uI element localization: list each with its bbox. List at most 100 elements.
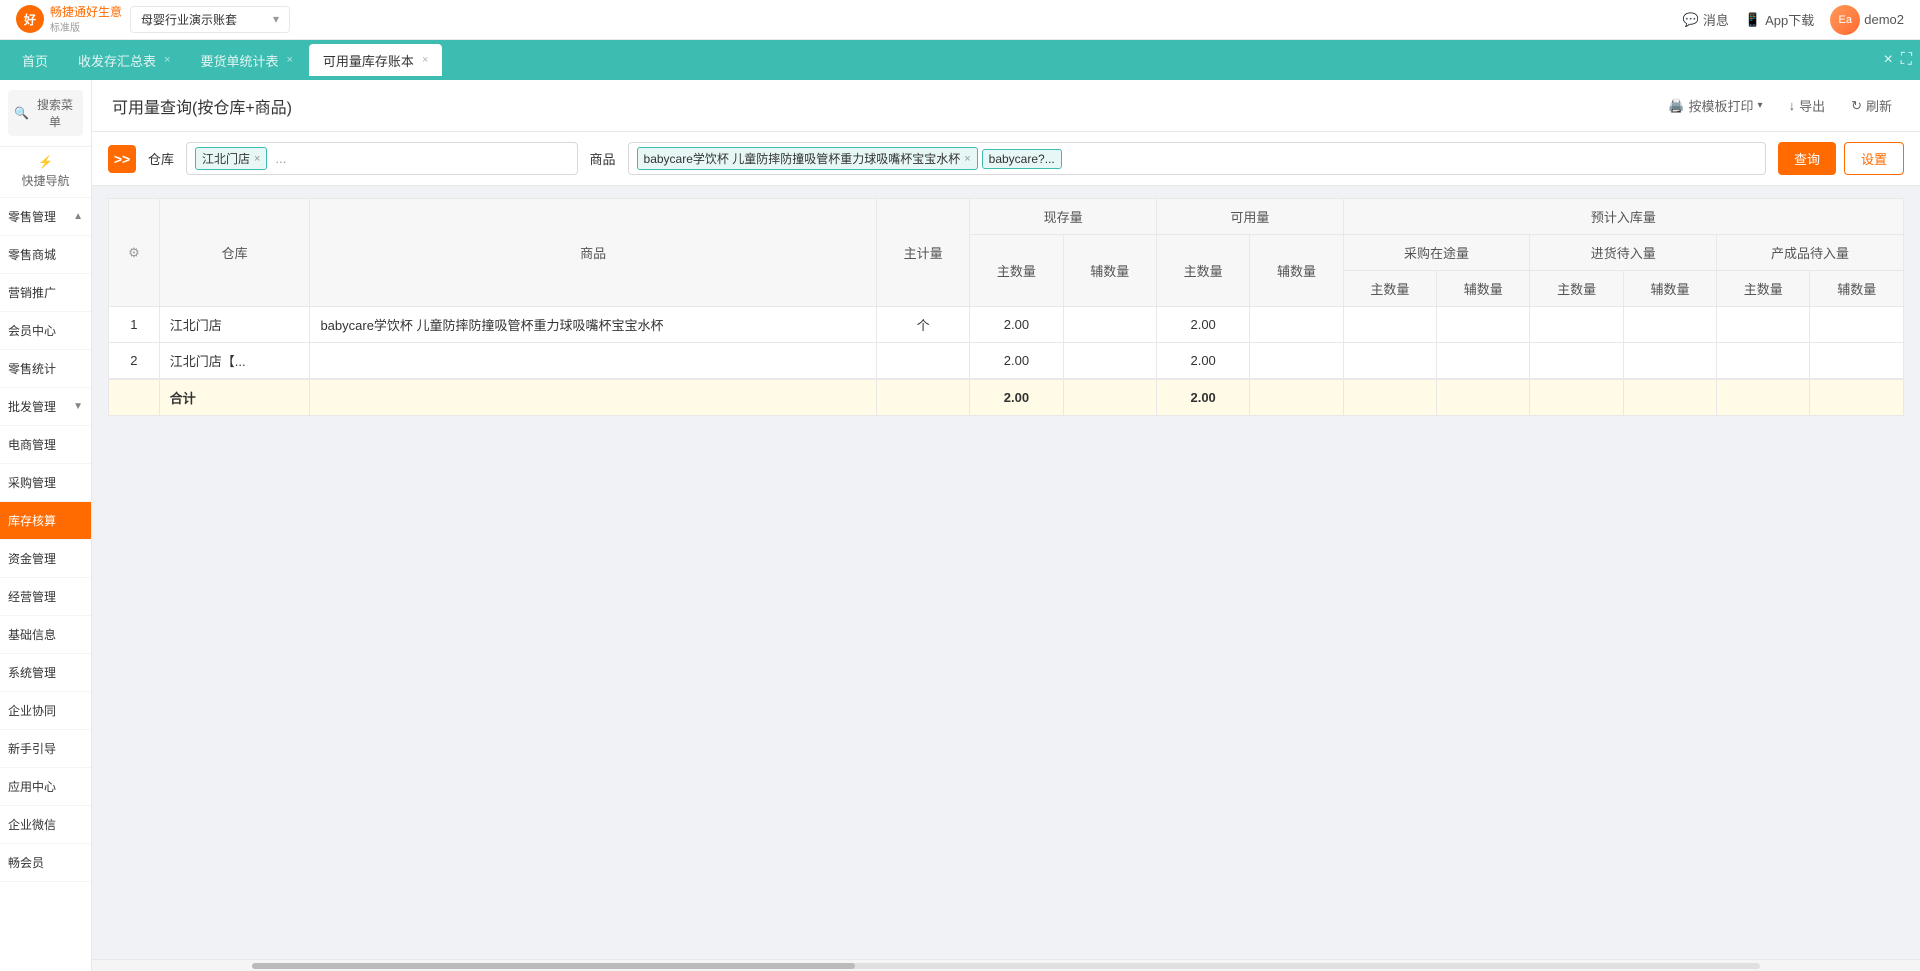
query-btn[interactable]: 查询	[1778, 142, 1836, 175]
sidebar-item-retail-stats[interactable]: 零售统计	[0, 350, 91, 388]
user-btn[interactable]: Ea demo2	[1830, 5, 1904, 35]
main-layout: 🔍 搜索菜单 ⚡ 快捷导航 零售管理 ▲ 零售商城 营销推广 会员中心 零售统计…	[0, 80, 1920, 971]
warehouse-tag-close[interactable]: ×	[254, 153, 260, 165]
retail-store-label: 零售商城	[8, 246, 56, 263]
sidebar-item-member[interactable]: 会员中心	[0, 312, 91, 350]
row1-purchase-main	[1343, 307, 1436, 343]
vip-member-label: 畅会员	[8, 854, 44, 871]
template-print-label: 按模板打印	[1689, 96, 1754, 115]
expand-btn[interactable]: ⛶	[1901, 51, 1912, 69]
sidebar-item-enterprise-wechat[interactable]: 企业微信	[0, 806, 91, 844]
sidebar-item-wholesale-mgmt[interactable]: 批发管理 ▼	[0, 388, 91, 426]
username: demo2	[1864, 12, 1904, 27]
table-footer-row: 合计 2.00 2.00	[109, 379, 1904, 416]
col-purchase-header: 采购在途量	[1343, 235, 1530, 271]
sidebar-item-finance[interactable]: 资金管理	[0, 540, 91, 578]
settings-btn[interactable]: 设置	[1844, 142, 1904, 175]
filter-expand-btn[interactable]: >>	[108, 145, 136, 173]
close-receipt-summary[interactable]: ×	[164, 54, 170, 66]
logo-text: 畅捷通好生意	[50, 5, 122, 19]
close-all-tabs-btn[interactable]: ×	[1883, 51, 1892, 69]
sidebar-item-marketing[interactable]: 营销推广	[0, 274, 91, 312]
retail-stats-label: 零售统计	[8, 360, 56, 377]
sidebar-search: 🔍 搜索菜单	[0, 80, 91, 147]
quick-nav-icon: ⚡	[38, 155, 53, 169]
table-row: 2 江北门店【... 2.00 2.00	[109, 343, 1904, 380]
row1-production-main	[1717, 307, 1810, 343]
sidebar-item-system[interactable]: 系统管理	[0, 654, 91, 692]
top-bar-left: 好 畅捷通好生意 标准版 母婴行业演示账套 ▾	[16, 5, 290, 34]
row1-current-aux	[1063, 307, 1156, 343]
row2-purchase-main	[1343, 343, 1436, 380]
row2-inbound-aux	[1623, 343, 1716, 380]
system-label: 系统管理	[8, 664, 56, 681]
store-name: 母婴行业演示账套	[141, 11, 237, 28]
row1-unit: 个	[876, 307, 969, 343]
row1-product: babycare学饮杯 儿童防摔防撞吸管杯重力球吸嘴杯宝宝水杯	[310, 307, 876, 343]
print-dropdown-arrow: ▾	[1758, 100, 1763, 111]
sidebar-item-basic-info[interactable]: 基础信息	[0, 616, 91, 654]
wholesale-arrow: ▼	[73, 401, 83, 412]
product-label: 商品	[590, 149, 616, 168]
row2-inbound-main	[1530, 343, 1623, 380]
product-tag-2: babycare?...	[982, 149, 1062, 169]
col-current-aux-qty: 辅数量	[1063, 235, 1156, 307]
row1-inbound-aux	[1623, 307, 1716, 343]
col-unit-header: 主计量	[876, 199, 969, 307]
sidebar-item-retail-store[interactable]: 零售商城	[0, 236, 91, 274]
sidebar-item-inventory[interactable]: 库存核算	[0, 502, 91, 540]
product-tag-1-text: babycare学饮杯 儿童防摔防撞吸管杯重力球吸嘴杯宝宝水杯	[644, 150, 961, 167]
refresh-btn[interactable]: ↻ 刷新	[1843, 92, 1900, 119]
avatar: Ea	[1830, 5, 1860, 35]
product-tag-1: babycare学饮杯 儿童防摔防撞吸管杯重力球吸嘴杯宝宝水杯 ×	[637, 147, 978, 170]
horizontal-scrollbar[interactable]	[252, 963, 1760, 969]
warehouse-input[interactable]: 江北门店 × ...	[186, 142, 577, 175]
sidebar-item-retail-mgmt[interactable]: 零售管理 ▲	[0, 198, 91, 236]
table-row: 1 江北门店 babycare学饮杯 儿童防摔防撞吸管杯重力球吸嘴杯宝宝水杯 个…	[109, 307, 1904, 343]
row2-current-main: 2.00	[970, 343, 1063, 380]
col-inbound-header: 进货待入量	[1530, 235, 1717, 271]
warehouse-more-btn[interactable]: ...	[271, 151, 290, 166]
sidebar-item-vip-member[interactable]: 畅会员	[0, 844, 91, 882]
tab-order-stats[interactable]: 要货单统计表 ×	[186, 44, 306, 76]
sidebar-item-enterprise[interactable]: 企业协同	[0, 692, 91, 730]
search-menu-btn[interactable]: 🔍 搜索菜单	[8, 90, 83, 136]
app-download-label: App下载	[1765, 10, 1814, 29]
tab-home[interactable]: 首页	[8, 44, 62, 76]
template-print-btn[interactable]: 🖨️ 按模板打印 ▾	[1660, 92, 1770, 119]
table-settings-icon[interactable]: ⚙	[128, 245, 140, 260]
export-btn[interactable]: ↓ 导出	[1781, 92, 1834, 119]
col-inbound-aux-qty: 辅数量	[1623, 271, 1716, 307]
sidebar-item-app-center[interactable]: 应用中心	[0, 768, 91, 806]
close-order-stats[interactable]: ×	[286, 54, 292, 66]
sidebar-item-ecommerce[interactable]: 电商管理	[0, 426, 91, 464]
page-title: 可用量查询(按仓库+商品)	[112, 94, 292, 118]
sidebar-item-newbie[interactable]: 新手引导	[0, 730, 91, 768]
sidebar-item-purchase[interactable]: 采购管理	[0, 464, 91, 502]
row2-num: 2	[109, 343, 160, 380]
app-download-btn[interactable]: 📱 App下载	[1745, 10, 1814, 29]
row1-avail-aux	[1250, 307, 1343, 343]
ecommerce-label: 电商管理	[8, 436, 56, 453]
marketing-label: 营销推广	[8, 284, 56, 301]
scroll-thumb[interactable]	[252, 963, 855, 969]
product-tag-1-close[interactable]: ×	[964, 153, 970, 165]
col-inbound-main-qty: 主数量	[1530, 271, 1623, 307]
quick-nav-btn[interactable]: ⚡ 快捷导航	[0, 147, 91, 198]
product-input[interactable]: babycare学饮杯 儿童防摔防撞吸管杯重力球吸嘴杯宝宝水杯 × babyca…	[628, 142, 1766, 175]
tab-available-stock[interactable]: 可用量库存账本 ×	[309, 44, 442, 76]
close-available-stock[interactable]: ×	[422, 54, 428, 66]
col-product-header: 商品	[310, 199, 876, 307]
basic-info-label: 基础信息	[8, 626, 56, 643]
row1-num: 1	[109, 307, 160, 343]
inventory-label: 库存核算	[8, 512, 56, 529]
row2-product	[310, 343, 876, 380]
col-production-header: 产成品待入量	[1717, 235, 1904, 271]
sidebar-item-operations[interactable]: 经营管理	[0, 578, 91, 616]
row2-avail-main: 2.00	[1156, 343, 1249, 380]
nav-tabs-actions: × ⛶	[1883, 51, 1912, 69]
store-selector[interactable]: 母婴行业演示账套 ▾	[130, 6, 290, 33]
filter-bar: >> 仓库 江北门店 × ... 商品 babycare学饮杯 儿童防摔防撞吸管…	[92, 132, 1920, 186]
message-btn[interactable]: 💬 消息	[1683, 10, 1729, 29]
tab-receipt-summary[interactable]: 收发存汇总表 ×	[64, 44, 184, 76]
